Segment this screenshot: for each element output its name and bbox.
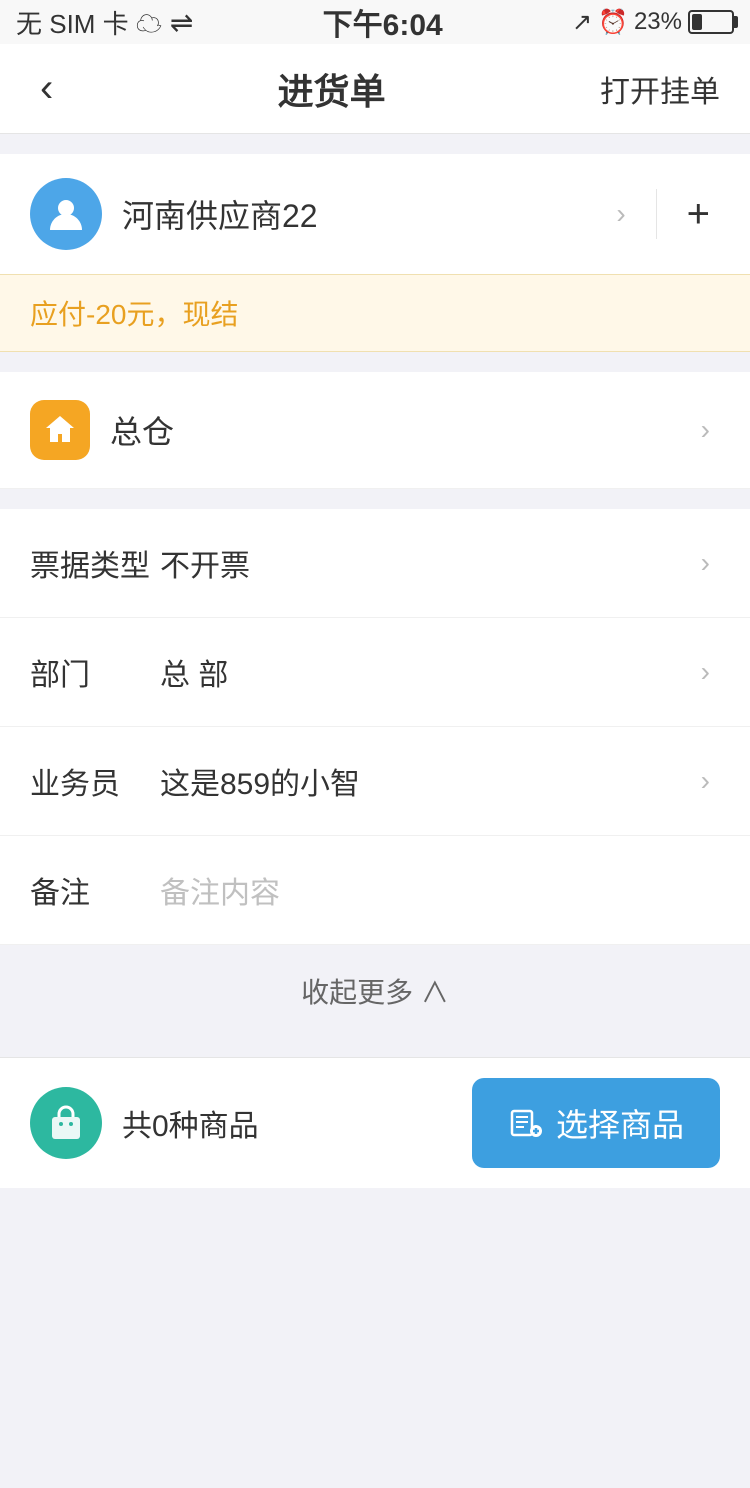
bottom-bar: 共0种商品 选择商品 [0, 1057, 750, 1188]
page-background [0, 1188, 750, 1488]
select-product-label: 选择商品 [556, 1100, 684, 1146]
home-icon [42, 412, 78, 448]
section-gap-1 [0, 134, 750, 154]
status-right: ↗ ⏰ 23% [572, 8, 734, 37]
warehouse-row[interactable]: 总仓 › [0, 372, 750, 489]
department-label: 部门 [30, 650, 160, 694]
remark-placeholder: 备注内容 [160, 868, 720, 912]
warehouse-icon [30, 400, 90, 460]
battery-icon [688, 10, 734, 34]
invoice-type-value: 不开票 [160, 541, 701, 585]
form-card: 票据类型 不开票 › 部门 总 部 › 业务员 这是859的小智 › 备注 备注… [0, 509, 750, 945]
supplier-chevron-icon: › [616, 198, 625, 230]
collapse-row[interactable]: 收起更多 ∧ [0, 945, 750, 1037]
page-title: 进货单 [278, 63, 386, 115]
invoice-type-chevron-icon: › [701, 547, 710, 579]
status-time: 下午6:04 [323, 0, 443, 44]
add-supplier-button[interactable]: + [677, 188, 720, 241]
sales-rep-chevron-icon: › [701, 765, 710, 797]
notice-text: 应付-20元，现结 [30, 299, 238, 330]
person-icon [44, 192, 88, 236]
supplier-name: 河南供应商22 [122, 191, 616, 237]
collapse-label: 收起更多 ∧ [301, 971, 449, 1011]
section-gap-4 [0, 1037, 750, 1057]
select-product-icon [508, 1105, 544, 1141]
shopping-bag-icon [46, 1103, 86, 1143]
alarm-icon: ⏰ [598, 8, 628, 37]
section-gap-2 [0, 352, 750, 372]
sim-label: 无 SIM 卡 ☁ [16, 4, 162, 41]
supplier-avatar [30, 178, 102, 250]
notice-banner: 应付-20元，现结 [0, 274, 750, 352]
department-chevron-icon: › [701, 656, 710, 688]
sales-rep-value: 这是859的小智 [160, 759, 701, 803]
status-left: 无 SIM 卡 ☁ ⇌ [16, 4, 193, 41]
wifi-icon: ⇌ [170, 6, 193, 39]
open-pending-button[interactable]: 打开挂单 [600, 67, 720, 111]
sales-rep-label: 业务员 [30, 759, 160, 803]
sales-rep-row[interactable]: 业务员 这是859的小智 › [0, 727, 750, 836]
battery-label: 23% [634, 8, 682, 36]
warehouse-chevron-icon: › [701, 414, 710, 446]
supplier-divider [656, 189, 657, 239]
invoice-type-label: 票据类型 [30, 541, 160, 585]
select-product-button[interactable]: 选择商品 [472, 1078, 720, 1168]
product-count: 共0种商品 [122, 1101, 472, 1145]
invoice-type-row[interactable]: 票据类型 不开票 › [0, 509, 750, 618]
location-icon: ↗ [572, 8, 592, 37]
cart-icon [30, 1087, 102, 1159]
section-gap-3 [0, 489, 750, 509]
department-value: 总 部 [160, 650, 701, 694]
supplier-row[interactable]: 河南供应商22 › + [0, 154, 750, 274]
warehouse-label: 总仓 [110, 407, 701, 453]
nav-bar: ‹ 进货单 打开挂单 [0, 44, 750, 134]
department-row[interactable]: 部门 总 部 › [0, 618, 750, 727]
remark-row[interactable]: 备注 备注内容 [0, 836, 750, 945]
remark-label: 备注 [30, 868, 160, 912]
back-button[interactable]: ‹ [30, 56, 63, 121]
status-bar: 无 SIM 卡 ☁ ⇌ 下午6:04 ↗ ⏰ 23% [0, 0, 750, 44]
